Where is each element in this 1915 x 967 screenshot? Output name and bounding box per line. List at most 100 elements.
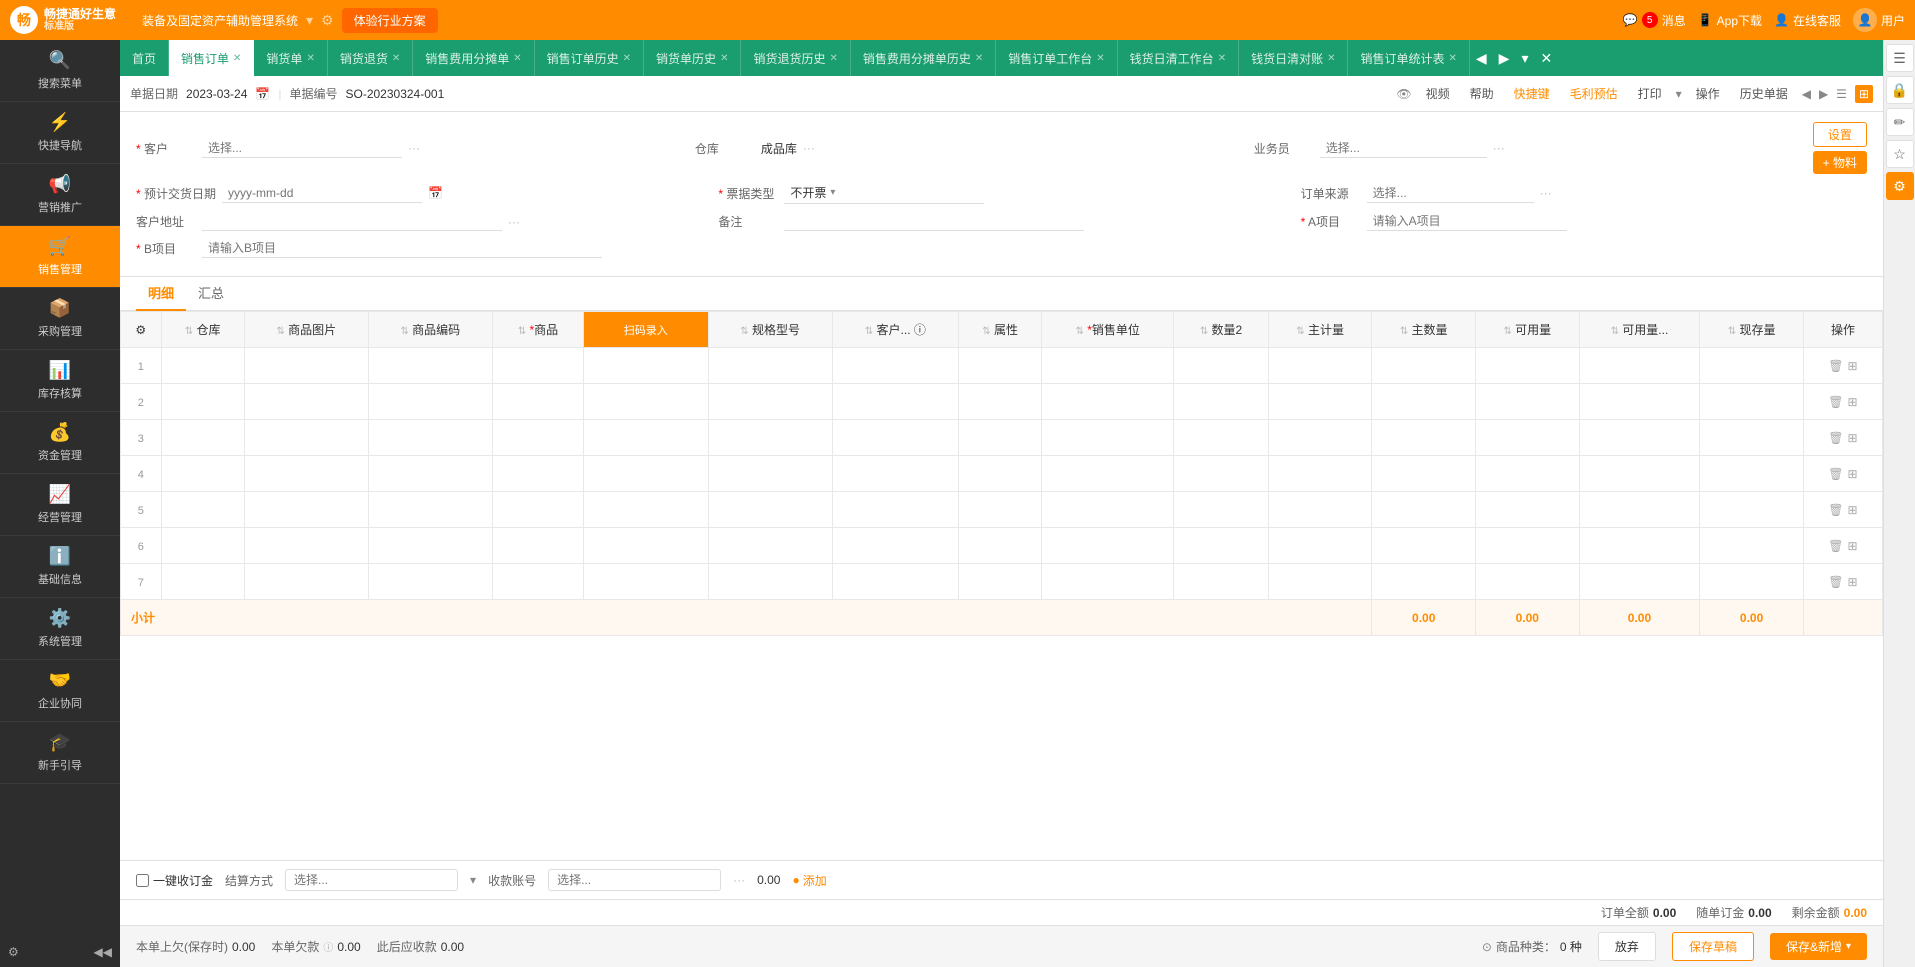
row-cell-2-6[interactable] — [708, 384, 832, 420]
copy-icon[interactable]: ⊞ — [1848, 431, 1858, 445]
row-cell-4-8[interactable] — [959, 456, 1042, 492]
row-cell-4-3[interactable] — [368, 456, 492, 492]
order-source-input[interactable] — [1367, 184, 1534, 203]
copy-icon[interactable]: ⊞ — [1848, 395, 1858, 409]
row-cell-1-2[interactable] — [244, 348, 368, 384]
row-cell-1-3[interactable] — [368, 348, 492, 384]
tab-close-all[interactable]: ✕ — [1534, 40, 1558, 76]
sidebar-item-ops[interactable]: 📈 经营管理 — [0, 474, 120, 536]
row-cell-5-11[interactable] — [1268, 492, 1372, 528]
delete-icon[interactable]: 🗑 — [1828, 575, 1843, 589]
row-cell-5-10[interactable] — [1174, 492, 1269, 528]
tab-expense-history-close[interactable]: ✕ — [975, 53, 983, 64]
save-draft-btn[interactable]: 保存草稿 — [1672, 932, 1754, 961]
right-panel-btn-4[interactable]: ☆ — [1886, 140, 1914, 168]
tab-return-history-close[interactable]: ✕ — [829, 53, 837, 64]
sidebar-item-purchase[interactable]: 📦 采购管理 — [0, 288, 120, 350]
row-cell-5-15[interactable] — [1700, 492, 1804, 528]
row-cell-5-3[interactable] — [368, 492, 492, 528]
row-cell-1-7[interactable] — [832, 348, 958, 384]
sidebar-item-system[interactable]: ⚙️ 系统管理 — [0, 598, 120, 660]
row-cell-4-12[interactable] — [1372, 456, 1476, 492]
action-btn[interactable]: 操作 — [1690, 83, 1726, 104]
sidebar-item-guide[interactable]: 🎓 新手引导 — [0, 722, 120, 784]
row-cell-7-11[interactable] — [1268, 564, 1372, 600]
row-cell-1-13[interactable] — [1476, 348, 1580, 384]
row-cell-7-10[interactable] — [1174, 564, 1269, 600]
tab-cash-reconcile[interactable]: 钱货日清对账 ✕ — [1239, 40, 1348, 76]
user-btn[interactable]: 👤 用户 — [1853, 8, 1905, 32]
remark-input[interactable] — [784, 212, 1084, 231]
tab-cash-reconcile-close[interactable]: ✕ — [1327, 53, 1335, 64]
row-cell-2-1[interactable] — [161, 384, 244, 420]
account-input[interactable] — [548, 869, 721, 891]
row-cell-6-4[interactable] — [492, 528, 583, 564]
delete-icon[interactable]: 🗑 — [1828, 467, 1843, 481]
row-cell-3-14[interactable] — [1579, 420, 1700, 456]
setting-btn[interactable]: 设置 — [1813, 122, 1867, 147]
row-cell-5-9[interactable] — [1042, 492, 1174, 528]
tab-sales-order-history[interactable]: 销售订单历史 ✕ — [535, 40, 644, 76]
row-cell-3-3[interactable] — [368, 420, 492, 456]
row-cell-7-7[interactable] — [832, 564, 958, 600]
tab-sales-return-close[interactable]: ✕ — [392, 53, 400, 64]
row-cell-7-2[interactable] — [244, 564, 368, 600]
row-cell-6-12[interactable] — [1372, 528, 1476, 564]
tab-nav-right[interactable]: ▶ — [1493, 40, 1516, 76]
tab-sales-note-history[interactable]: 销货单历史 ✕ — [644, 40, 741, 76]
section-tab-summary[interactable]: 汇总 — [186, 277, 236, 311]
row-cell-4-10[interactable] — [1174, 456, 1269, 492]
row-cell-3-4[interactable] — [492, 420, 583, 456]
sidebar-item-collab[interactable]: 🤝 企业协同 — [0, 660, 120, 722]
sidebar-item-finance[interactable]: 💰 资金管理 — [0, 412, 120, 474]
discard-btn[interactable]: 放弃 — [1598, 932, 1656, 961]
print-btn[interactable]: 打印 — [1632, 83, 1668, 104]
row-cell-4-9[interactable] — [1042, 456, 1174, 492]
section-tab-detail[interactable]: 明细 — [136, 277, 186, 311]
customer-more-icon[interactable]: ··· — [408, 141, 420, 155]
payment-method-input[interactable] — [285, 869, 458, 891]
row-cell-1-1[interactable] — [161, 348, 244, 384]
next-record-icon[interactable]: ▶ — [1819, 87, 1828, 101]
tab-sales-stats-close[interactable]: ✕ — [1449, 53, 1457, 64]
tab-sales-order[interactable]: 销售订单 ✕ — [169, 40, 254, 76]
row-cell-3-9[interactable] — [1042, 420, 1174, 456]
row-cell-5-6[interactable] — [708, 492, 832, 528]
scan-btn[interactable]: 扫码录入 — [616, 320, 676, 340]
row-cell-3-12[interactable] — [1372, 420, 1476, 456]
row-cell-7-9[interactable] — [1042, 564, 1174, 600]
copy-icon[interactable]: ⊞ — [1848, 575, 1858, 589]
row-cell-6-11[interactable] — [1268, 528, 1372, 564]
row-cell-6-2[interactable] — [244, 528, 368, 564]
save-new-btn[interactable]: 保存&新增 ▾ — [1770, 933, 1867, 960]
row-cell-2-14[interactable] — [1579, 384, 1700, 420]
tab-workbench[interactable]: 销售订单工作台 ✕ — [996, 40, 1117, 76]
row-cell-2-5[interactable] — [584, 384, 709, 420]
sidebar-item-sales[interactable]: 🛒 销售管理 — [0, 226, 120, 288]
tab-sales-return[interactable]: 销货退货 ✕ — [328, 40, 413, 76]
row-cell-6-3[interactable] — [368, 528, 492, 564]
row-cell-7-4[interactable] — [492, 564, 583, 600]
right-panel-btn-1[interactable]: ☰ — [1886, 44, 1914, 72]
row-cell-6-7[interactable] — [832, 528, 958, 564]
history-btn[interactable]: 历史单据 — [1734, 83, 1794, 104]
system-dropdown-icon[interactable]: ▾ — [306, 12, 313, 29]
row-cell-4-7[interactable] — [832, 456, 958, 492]
app-download-btn[interactable]: 📱 App下载 — [1698, 12, 1762, 29]
tab-sales-expense[interactable]: 销售费用分摊单 ✕ — [413, 40, 534, 76]
profit-btn[interactable]: 毛利预估 — [1564, 83, 1624, 104]
row-cell-4-2[interactable] — [244, 456, 368, 492]
row-cell-6-14[interactable] — [1579, 528, 1700, 564]
row-cell-6-10[interactable] — [1174, 528, 1269, 564]
tab-sales-note-history-close[interactable]: ✕ — [720, 53, 728, 64]
shortcut-btn[interactable]: 快捷键 — [1508, 83, 1556, 104]
delivery-input[interactable] — [222, 184, 422, 203]
row-cell-2-15[interactable] — [1700, 384, 1804, 420]
online-service-btn[interactable]: 👤 在线客服 — [1774, 12, 1841, 29]
right-panel-btn-5[interactable]: ⚙ — [1886, 172, 1914, 200]
row-cell-7-3[interactable] — [368, 564, 492, 600]
current-debt-info-icon[interactable]: ⓘ — [323, 939, 333, 954]
tab-sales-order-history-close[interactable]: ✕ — [623, 53, 631, 64]
row-cell-7-12[interactable] — [1372, 564, 1476, 600]
row-cell-3-5[interactable] — [584, 420, 709, 456]
